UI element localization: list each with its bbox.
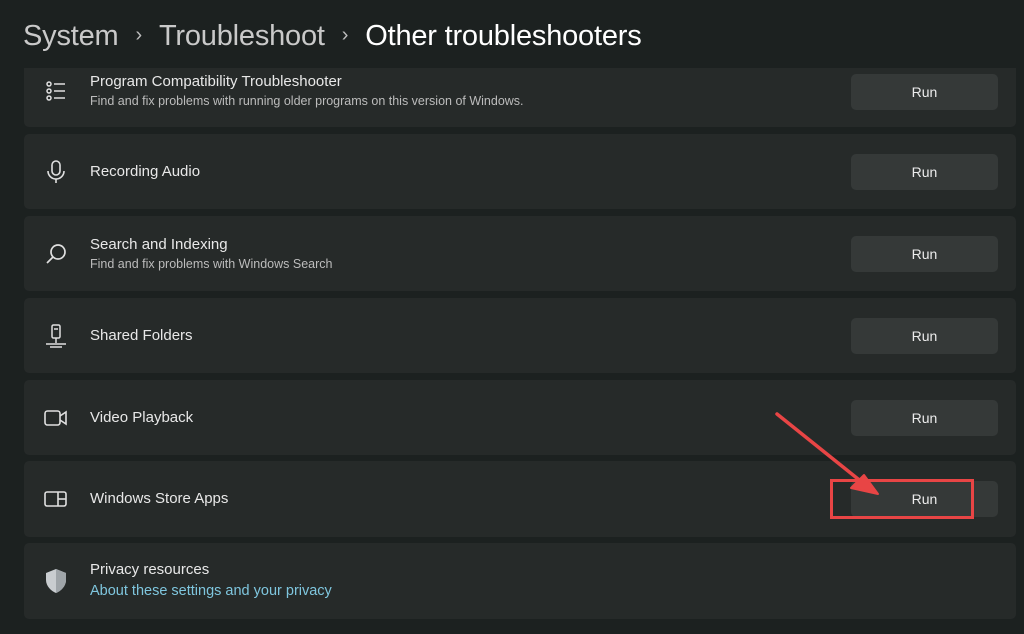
run-button-windows-store-apps[interactable]: Run <box>851 481 998 517</box>
run-button-program-compatibility[interactable]: Run <box>851 74 998 110</box>
troubleshooter-shared-folders: Shared Folders Run <box>24 298 1016 373</box>
list-icon <box>44 79 68 103</box>
breadcrumb-system[interactable]: System <box>23 20 119 53</box>
breadcrumb: System › Troubleshoot › Other troublesho… <box>23 14 642 58</box>
privacy-link[interactable]: About these settings and your privacy <box>90 580 332 602</box>
troubleshooter-search-indexing: Search and Indexing Find and fix problem… <box>24 216 1016 291</box>
microphone-icon <box>44 159 68 184</box>
run-button-search-indexing[interactable]: Run <box>851 235 998 272</box>
shield-icon <box>44 569 68 593</box>
run-button-recording-audio[interactable]: Run <box>851 153 998 190</box>
video-camera-icon <box>44 406 68 430</box>
troubleshooter-recording-audio: Recording Audio Run <box>24 134 1016 209</box>
run-button-shared-folders[interactable]: Run <box>851 317 998 354</box>
run-button-video-playback[interactable]: Run <box>851 399 998 436</box>
troubleshooter-program-compatibility: Program Compatibility Troubleshooter Fin… <box>24 68 1016 127</box>
troubleshooter-video-playback: Video Playback Run <box>24 380 1016 455</box>
breadcrumb-troubleshoot[interactable]: Troubleshoot <box>159 20 325 53</box>
store-apps-icon <box>44 487 68 511</box>
troubleshooter-description: Find and fix problems with running older… <box>90 94 524 108</box>
troubleshooter-windows-store-apps: Windows Store Apps Run <box>24 461 1016 537</box>
troubleshooter-title: Video Playback <box>90 408 194 426</box>
troubleshooter-title: Search and Indexing <box>90 235 228 253</box>
privacy-resources: Privacy resources About these settings a… <box>24 543 1016 619</box>
chevron-right-icon: › <box>341 23 349 46</box>
search-icon <box>44 242 68 266</box>
troubleshooter-title: Program Compatibility Troubleshooter <box>90 73 342 90</box>
troubleshooter-title: Recording Audio <box>90 162 201 180</box>
troubleshooter-title: Shared Folders <box>90 326 193 344</box>
page-title: Other troubleshooters <box>365 19 642 52</box>
troubleshooter-title: Windows Store Apps <box>90 490 229 507</box>
chevron-right-icon: › <box>135 23 143 46</box>
shared-folder-icon <box>44 323 68 348</box>
privacy-title: Privacy resources <box>90 561 210 578</box>
troubleshooter-description: Find and fix problems with Windows Searc… <box>90 256 333 271</box>
